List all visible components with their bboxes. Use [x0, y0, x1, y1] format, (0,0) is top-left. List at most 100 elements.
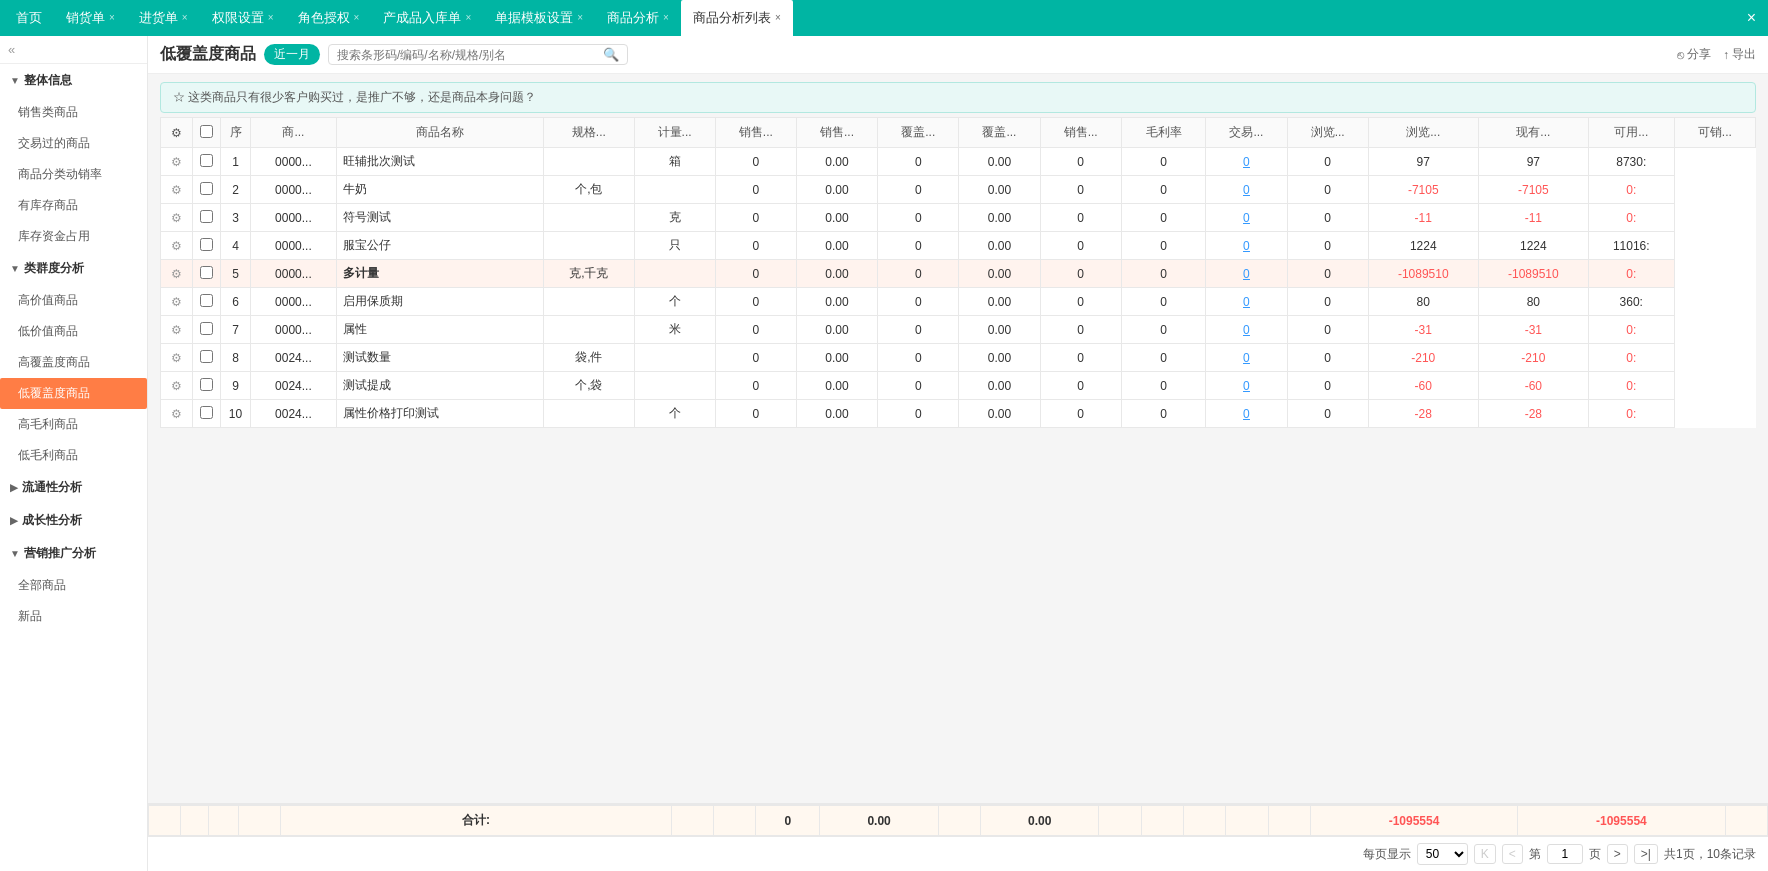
sidebar-section-成长性分析[interactable]: ▶ 成长性分析 — [0, 504, 147, 537]
nav-roles[interactable]: 角色授权 × — [286, 0, 372, 36]
row-settings-icon[interactable]: ⚙ — [171, 323, 182, 337]
th-settings[interactable]: ⚙ — [161, 118, 193, 148]
td-checkbox[interactable] — [193, 176, 221, 204]
td-browse1[interactable]: 0 — [1206, 148, 1287, 176]
td-browse1[interactable]: 0 — [1206, 400, 1287, 428]
nav-close-icon[interactable]: × — [182, 0, 188, 36]
row-checkbox[interactable] — [200, 266, 213, 279]
sidebar-item-stocked-goods[interactable]: 有库存商品 — [0, 190, 147, 221]
td-browse1[interactable]: 0 — [1206, 316, 1287, 344]
first-page-btn[interactable]: K — [1474, 844, 1496, 864]
sidebar-section-整体信息[interactable]: ▼ 整体信息 — [0, 64, 147, 97]
row-checkbox[interactable] — [200, 238, 213, 251]
td-settings[interactable]: ⚙ — [161, 344, 193, 372]
td-checkbox[interactable] — [193, 260, 221, 288]
row-settings-icon[interactable]: ⚙ — [171, 155, 182, 169]
nav-close-icon[interactable]: × — [354, 0, 360, 36]
row-settings-icon[interactable]: ⚙ — [171, 295, 182, 309]
sidebar-item-low-margin[interactable]: 低毛利商品 — [0, 440, 147, 471]
sidebar-item-high-margin[interactable]: 高毛利商品 — [0, 409, 147, 440]
row-checkbox[interactable] — [200, 378, 213, 391]
per-page-select[interactable]: 50 100 200 — [1417, 843, 1468, 865]
td-checkbox[interactable] — [193, 204, 221, 232]
td-checkbox[interactable] — [193, 372, 221, 400]
row-settings-icon[interactable]: ⚙ — [171, 183, 182, 197]
td-settings[interactable]: ⚙ — [161, 176, 193, 204]
th-checkbox[interactable] — [193, 118, 221, 148]
sidebar-item-category-rate[interactable]: 商品分类动销率 — [0, 159, 147, 190]
td-checkbox[interactable] — [193, 288, 221, 316]
td-settings[interactable]: ⚙ — [161, 232, 193, 260]
nav-close-icon[interactable]: × — [268, 0, 274, 36]
sidebar-item-high-value[interactable]: 高价值商品 — [0, 285, 147, 316]
sidebar-section-类群度分析[interactable]: ▼ 类群度分析 — [0, 252, 147, 285]
filter-date-btn[interactable]: 近一月 — [264, 44, 320, 65]
sidebar-section-营销推广分析[interactable]: ▼ 营销推广分析 — [0, 537, 147, 570]
sidebar-section-流通性分析[interactable]: ▶ 流通性分析 — [0, 471, 147, 504]
nav-templates[interactable]: 单据模板设置 × — [483, 0, 595, 36]
nav-home[interactable]: 首页 — [4, 0, 54, 36]
select-all-checkbox[interactable] — [200, 125, 213, 138]
current-page-input[interactable] — [1547, 844, 1583, 864]
sidebar-item-traded-goods[interactable]: 交易过的商品 — [0, 128, 147, 159]
nav-close-icon[interactable]: × — [577, 0, 583, 36]
row-checkbox[interactable] — [200, 154, 213, 167]
prev-page-btn[interactable]: < — [1502, 844, 1523, 864]
row-settings-icon[interactable]: ⚙ — [171, 407, 182, 421]
row-settings-icon[interactable]: ⚙ — [171, 351, 182, 365]
sidebar-item-new-goods[interactable]: 新品 — [0, 601, 147, 632]
share-btn[interactable]: ⎋ 分享 — [1677, 46, 1711, 63]
search-input[interactable] — [337, 48, 599, 62]
export-btn[interactable]: ↑ 导出 — [1723, 46, 1756, 63]
td-settings[interactable]: ⚙ — [161, 288, 193, 316]
td-settings[interactable]: ⚙ — [161, 204, 193, 232]
td-settings[interactable]: ⚙ — [161, 148, 193, 176]
td-browse1[interactable]: 0 — [1206, 344, 1287, 372]
row-settings-icon[interactable]: ⚙ — [171, 239, 182, 253]
sidebar-item-stock-capital[interactable]: 库存资金占用 — [0, 221, 147, 252]
row-settings-icon[interactable]: ⚙ — [171, 211, 182, 225]
next-page-btn[interactable]: > — [1607, 844, 1628, 864]
row-checkbox[interactable] — [200, 322, 213, 335]
close-all-btn[interactable]: × — [1739, 9, 1764, 27]
sidebar-item-all-goods[interactable]: 全部商品 — [0, 570, 147, 601]
settings-icon[interactable]: ⚙ — [171, 126, 182, 140]
td-browse1[interactable]: 0 — [1206, 204, 1287, 232]
row-settings-icon[interactable]: ⚙ — [171, 379, 182, 393]
td-checkbox[interactable] — [193, 148, 221, 176]
nav-products[interactable]: 产成品入库单 × — [371, 0, 483, 36]
nav-purchase[interactable]: 进货单 × — [127, 0, 200, 36]
nav-analysis-list[interactable]: 商品分析列表 × — [681, 0, 793, 36]
sidebar-collapse-btn[interactable]: « — [8, 42, 15, 57]
td-checkbox[interactable] — [193, 344, 221, 372]
td-settings[interactable]: ⚙ — [161, 260, 193, 288]
td-browse1[interactable]: 0 — [1206, 176, 1287, 204]
nav-analysis[interactable]: 商品分析 × — [595, 0, 681, 36]
td-settings[interactable]: ⚙ — [161, 372, 193, 400]
td-checkbox[interactable] — [193, 400, 221, 428]
nav-close-icon[interactable]: × — [465, 0, 471, 36]
td-browse1[interactable]: 0 — [1206, 288, 1287, 316]
nav-close-icon[interactable]: × — [109, 0, 115, 36]
sidebar-item-sales-goods[interactable]: 销售类商品 — [0, 97, 147, 128]
td-checkbox[interactable] — [193, 232, 221, 260]
row-checkbox[interactable] — [200, 350, 213, 363]
sidebar-item-low-value[interactable]: 低价值商品 — [0, 316, 147, 347]
td-browse1[interactable]: 0 — [1206, 232, 1287, 260]
td-browse1[interactable]: 0 — [1206, 372, 1287, 400]
row-checkbox[interactable] — [200, 182, 213, 195]
row-settings-icon[interactable]: ⚙ — [171, 267, 182, 281]
sidebar-item-low-coverage[interactable]: 低覆盖度商品 — [0, 378, 147, 409]
td-checkbox[interactable] — [193, 316, 221, 344]
row-checkbox[interactable] — [200, 406, 213, 419]
last-page-btn[interactable]: >| — [1634, 844, 1658, 864]
td-browse1[interactable]: 0 — [1206, 260, 1287, 288]
td-settings[interactable]: ⚙ — [161, 400, 193, 428]
td-settings[interactable]: ⚙ — [161, 316, 193, 344]
sidebar-item-high-coverage[interactable]: 高覆盖度商品 — [0, 347, 147, 378]
row-checkbox[interactable] — [200, 294, 213, 307]
nav-close-icon[interactable]: × — [775, 0, 781, 36]
nav-sales[interactable]: 销货单 × — [54, 0, 127, 36]
row-checkbox[interactable] — [200, 210, 213, 223]
nav-permissions[interactable]: 权限设置 × — [200, 0, 286, 36]
